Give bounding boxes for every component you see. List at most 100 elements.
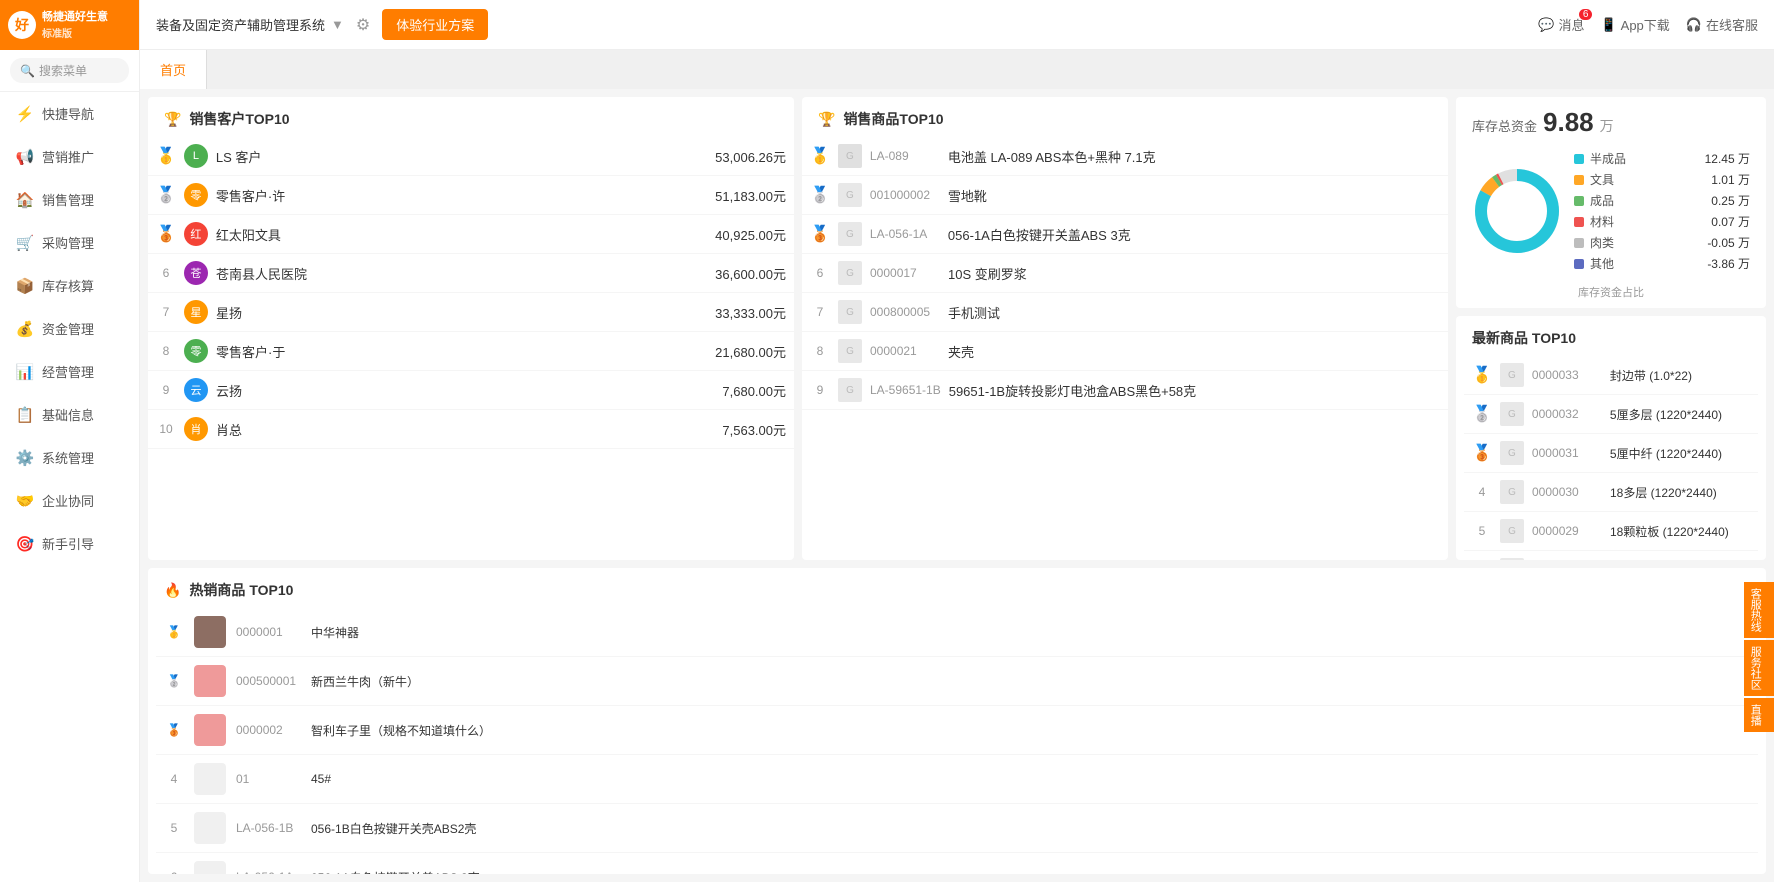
basics-label: 基础信息 xyxy=(42,405,94,424)
new-product-4: 4 G 0000030 18多层 (1220*2440) xyxy=(1464,473,1758,512)
product-medal-2: 🥈 xyxy=(810,185,830,205)
settings-icon[interactable]: ⚙ xyxy=(356,15,370,35)
customer-name-6: 零售客户·于 xyxy=(216,342,707,361)
finance-icon: 💰 xyxy=(16,320,34,338)
avatar-3: 红 xyxy=(184,222,208,246)
sidebar-item-enterprise[interactable]: 🤝 企业协同 xyxy=(0,479,139,522)
float-live-label: 直播 xyxy=(1749,704,1761,726)
legend-label-0: 半成品 xyxy=(1590,150,1694,167)
legend-label-3: 材料 xyxy=(1590,213,1694,230)
purchase-label: 采购管理 xyxy=(42,233,94,252)
customer-rank-2: 🥈 零 零售客户·许 51,183.00元 xyxy=(148,176,794,215)
customer-value-1: 53,006.26元 xyxy=(715,147,786,166)
quicknav-label: 快捷导航 xyxy=(42,104,94,123)
hot-item-6: 6 LA-056-1A 056-1A白色按键开关盖ABS 3壳 xyxy=(156,853,1758,874)
avatar-4: 苍 xyxy=(184,261,208,285)
content-area: 🏆 销售客户TOP10 🥇 L LS 客户 53,006.26元 🥈 零 xyxy=(140,89,1774,882)
online-service-btn[interactable]: 🎧 在线客服 xyxy=(1686,15,1758,34)
customer-value-8: 7,563.00元 xyxy=(722,420,786,439)
legend-label-2: 成品 xyxy=(1590,192,1694,209)
sidebar-search-area[interactable]: 🔍 搜索菜单 xyxy=(0,50,139,92)
customer-ranking-title: 销售客户TOP10 xyxy=(189,109,289,129)
new-name-4: 18多层 (1220*2440) xyxy=(1610,484,1750,501)
customer-name-1: LS 客户 xyxy=(216,147,707,166)
product-thumb-5: G xyxy=(838,300,862,324)
new-product-1: 🥇 G 0000033 封边带 (1.0*22) xyxy=(1464,356,1758,395)
donut-svg xyxy=(1472,166,1562,256)
hot-name-2: 新西兰牛肉（新牛） xyxy=(311,673,1750,690)
product-rank-5: 7 G 000800005 手机测试 xyxy=(802,293,1448,332)
new-medal-1: 🥇 xyxy=(1472,365,1492,385)
medal-2: 🥈 xyxy=(156,185,176,205)
hot-rank-num-5: 5 xyxy=(164,821,184,835)
app-download-btn[interactable]: 📱 App下载 xyxy=(1600,15,1669,34)
sidebar-item-system[interactable]: ⚙️ 系统管理 xyxy=(0,436,139,479)
operations-label: 经营管理 xyxy=(42,362,94,381)
inventory-unit: 万 xyxy=(1600,116,1614,136)
phone-icon: 📱 xyxy=(1600,17,1616,33)
sidebar-item-inventory[interactable]: 📦 库存核算 xyxy=(0,264,139,307)
avatar-2: 零 xyxy=(184,183,208,207)
hot-products-list: 🥇 0000001 中华神器 🥈 000500001 新西兰牛肉（新牛） 🥉 xyxy=(148,608,1766,874)
legend-dot-0 xyxy=(1574,154,1584,164)
product-rank-3: 🥉 G LA-056-1A 056-1A白色按键开关盖ABS 3克 xyxy=(802,215,1448,254)
search-menu-btn[interactable]: 🔍 搜索菜单 xyxy=(10,58,129,83)
float-btn-live[interactable]: 直播 xyxy=(1744,698,1774,732)
hot-code-1: 0000001 xyxy=(236,625,301,639)
product-rank-1: 🥇 G LA-089 电池盖 LA-089 ABS本色+黑种 7.1克 xyxy=(802,137,1448,176)
sidebar-item-quicknav[interactable]: ⚡ 快捷导航 xyxy=(0,92,139,135)
rank-num-8: 10 xyxy=(156,422,176,436)
app-logo: 好 畅捷通好生意 标准版 xyxy=(0,0,139,50)
sidebar-item-operations[interactable]: 📊 经营管理 xyxy=(0,350,139,393)
customer-ranking-header: 🏆 销售客户TOP10 xyxy=(148,97,794,137)
sidebar-item-purchase[interactable]: 🛒 采购管理 xyxy=(0,221,139,264)
topbar-right: 💬 消息 6 📱 App下载 🎧 在线客服 xyxy=(1538,15,1758,34)
product-ranking-panel: 🏆 销售商品TOP10 🥇 G LA-089 电池盖 LA-089 ABS本色+… xyxy=(802,97,1448,560)
product-rank-4: 6 G 0000017 10S 变刷罗浆 xyxy=(802,254,1448,293)
sidebar-item-finance[interactable]: 💰 资金管理 xyxy=(0,307,139,350)
customer-rank-6: 8 零 零售客户·于 21,680.00元 xyxy=(148,332,794,371)
dropdown-arrow[interactable]: ▼ xyxy=(331,17,344,32)
fire-icon: 🔥 xyxy=(164,582,181,599)
product-thumb-7: G xyxy=(838,378,862,402)
hot-code-3: 0000002 xyxy=(236,723,301,737)
customer-name-2: 零售客户·许 xyxy=(216,186,707,205)
sidebar-item-guide[interactable]: 🎯 新手引导 xyxy=(0,522,139,565)
new-rank-4: 4 xyxy=(1472,485,1492,499)
product-rank-num-4: 6 xyxy=(810,266,830,280)
sidebar-item-basics[interactable]: 📋 基础信息 xyxy=(0,393,139,436)
new-thumb-6: G xyxy=(1500,558,1524,560)
customer-rank-4: 6 苍 苍南县人民医院 36,600.00元 xyxy=(148,254,794,293)
customer-rank-8: 10 肖 肖总 7,563.00元 xyxy=(148,410,794,449)
trial-btn[interactable]: 体验行业方案 xyxy=(382,9,488,40)
product-thumb-3: G xyxy=(838,222,862,246)
donut-chart xyxy=(1472,166,1562,256)
product-thumb-4: G xyxy=(838,261,862,285)
product-medal-1: 🥇 xyxy=(810,146,830,166)
sidebar-item-marketing[interactable]: 📢 营销推广 xyxy=(0,135,139,178)
legend-item-4: 肉类 -0.05 万 xyxy=(1574,232,1750,253)
float-service: 客服热线 服务社区 直播 xyxy=(1744,582,1774,732)
trophy-icon: 🏆 xyxy=(164,111,181,128)
new-medal-3: 🥉 xyxy=(1472,443,1492,463)
hot-code-5: LA-056-1B xyxy=(236,821,301,835)
legend-value-3: 0.07 万 xyxy=(1700,213,1750,230)
sidebar-item-sales[interactable]: 🏠 销售管理 xyxy=(0,178,139,221)
new-thumb-4: G xyxy=(1500,480,1524,504)
message-btn[interactable]: 💬 消息 6 xyxy=(1538,15,1584,34)
customer-rank-3: 🥉 红 红太阳文具 40,925.00元 xyxy=(148,215,794,254)
search-icon: 🔍 xyxy=(20,64,35,78)
hot-rank-2: 🥈 xyxy=(164,674,184,688)
avatar-7: 云 xyxy=(184,378,208,402)
product-rank-num-6: 8 xyxy=(810,344,830,358)
hot-rank-3: 🥉 xyxy=(164,723,184,737)
tab-home[interactable]: 首页 xyxy=(140,50,207,89)
customer-name-3: 红太阳文具 xyxy=(216,225,707,244)
avatar-8: 肖 xyxy=(184,417,208,441)
hot-products-title: 热销商品 TOP10 xyxy=(189,580,293,600)
new-products-list: 🥇 G 0000033 封边带 (1.0*22) 🥈 G 0000032 5厘多… xyxy=(1456,356,1766,560)
float-btn-service[interactable]: 客服热线 xyxy=(1744,582,1774,638)
inventory-panel: 库存总资金 9.88 万 xyxy=(1456,97,1766,308)
float-btn-community[interactable]: 服务社区 xyxy=(1744,640,1774,696)
legend-value-1: 1.01 万 xyxy=(1700,171,1750,188)
